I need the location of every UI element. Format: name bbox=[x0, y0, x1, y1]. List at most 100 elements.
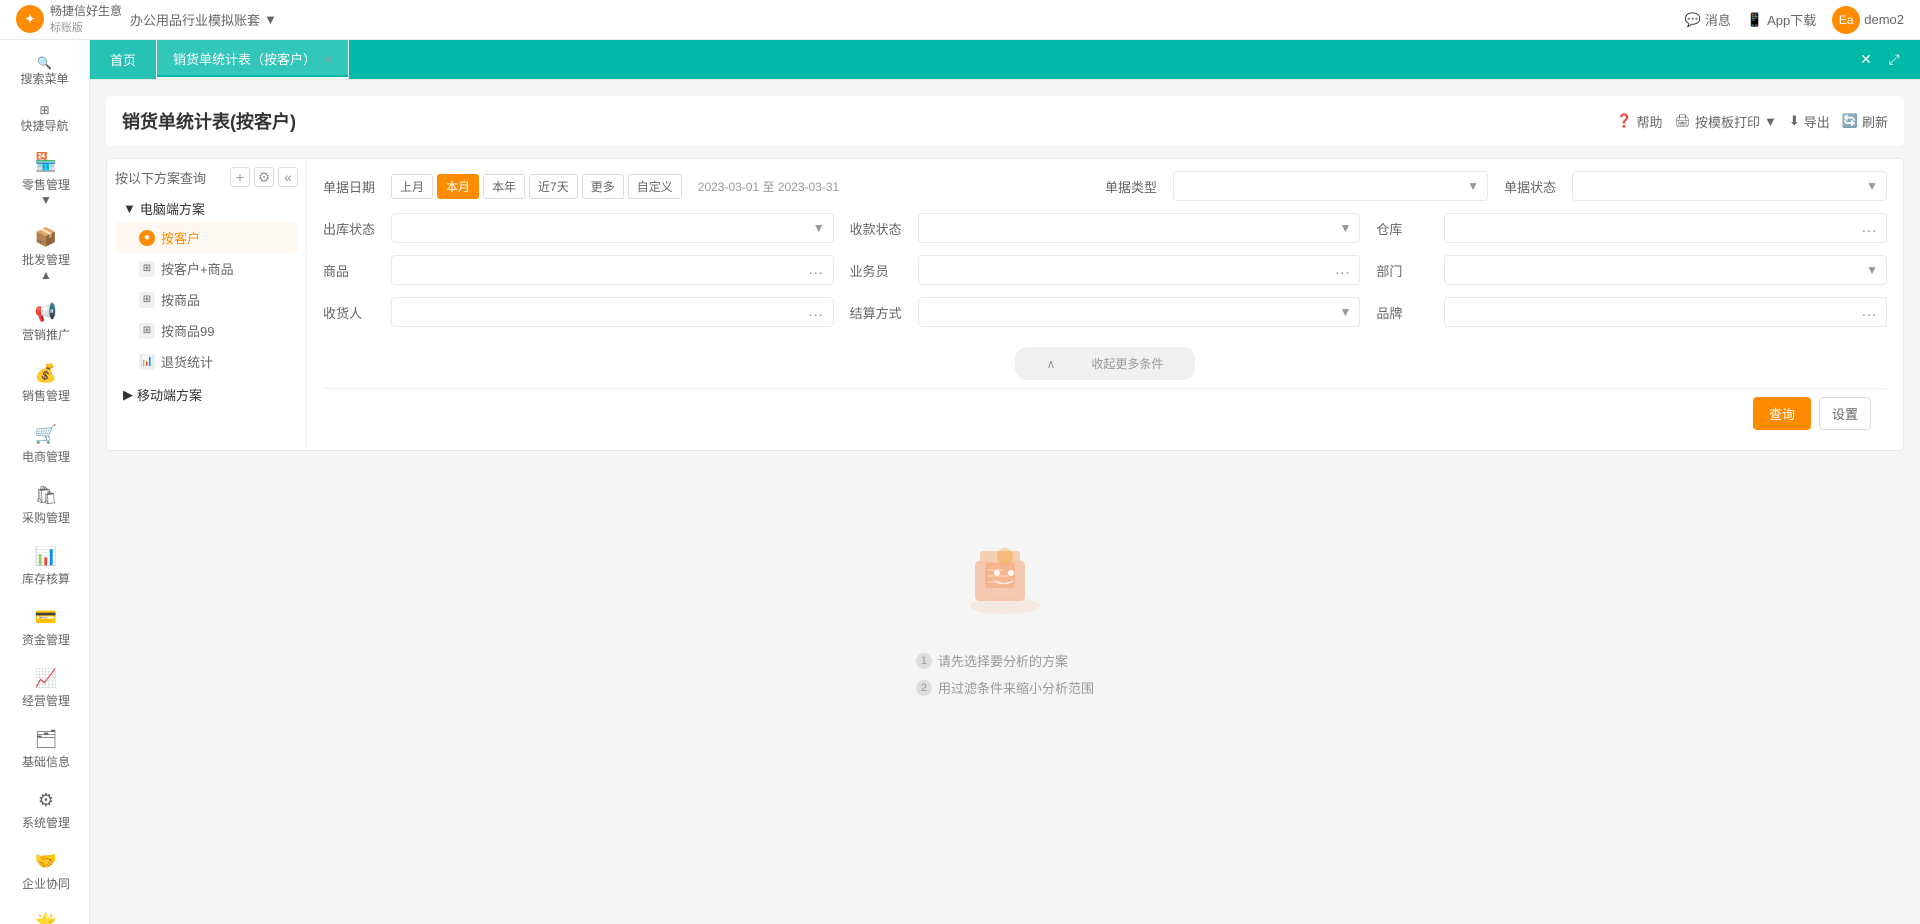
sidebar-item-search[interactable]: 🔍 搜索菜单 bbox=[0, 48, 89, 95]
sidebar-item-operations[interactable]: 📈 经营管理 bbox=[0, 658, 89, 719]
sidebar-item-purchase[interactable]: 🛍 采购管理 bbox=[0, 475, 89, 536]
collapse-bar[interactable]: ∧ 收起更多条件 bbox=[323, 339, 1887, 388]
filter-receiver: 收货人 … bbox=[323, 297, 834, 327]
scheme-item-customer[interactable]: ● 按客户 bbox=[115, 222, 298, 253]
sidebar-item-inventory[interactable]: 📊 库存核算 bbox=[0, 536, 89, 597]
avatar: Ea bbox=[1832, 6, 1860, 34]
settings-button[interactable]: 设置 bbox=[1819, 397, 1871, 430]
scheme-item-goods99[interactable]: ⊞ 按商品99 bbox=[115, 315, 298, 346]
filter-row-2: 出库状态 ▼ 收款状态 ▼ bbox=[323, 213, 1887, 243]
date-btn-custom[interactable]: 自定义 bbox=[628, 174, 682, 199]
brand-input[interactable]: … bbox=[1444, 297, 1887, 327]
print-chevron-icon: ▼ bbox=[1764, 114, 1777, 129]
inventory-icon: 📊 bbox=[35, 546, 57, 567]
collapse-scheme-button[interactable]: « bbox=[278, 167, 298, 187]
order-status-input[interactable]: ▼ bbox=[1572, 171, 1887, 201]
receiver-dots-icon: … bbox=[808, 303, 825, 321]
warehouse-input[interactable]: … bbox=[1444, 213, 1887, 243]
print-button[interactable]: 🖨 按模板打印 ▼ bbox=[1674, 112, 1776, 131]
filter-date: 单据日期 上月 本月 本年 近7天 更多 自定义 2023-03-01 至 20… bbox=[323, 174, 1089, 199]
sidebar-item-basic[interactable]: 🗂 基础信息 bbox=[0, 719, 89, 780]
collapse-up-icon: ∧ bbox=[1031, 353, 1072, 375]
settlement-label: 结算方式 bbox=[850, 303, 910, 322]
department-chevron-icon: ▼ bbox=[1866, 263, 1878, 277]
out-status-label: 出库状态 bbox=[323, 219, 383, 238]
help-button[interactable]: ❓ 帮助 bbox=[1616, 112, 1662, 131]
filter-settlement: 结算方式 ▼ bbox=[850, 297, 1361, 327]
department-input[interactable]: ▼ bbox=[1444, 255, 1887, 285]
industry-selector[interactable]: 办公用品行业模拟账套 ▼ bbox=[130, 10, 277, 29]
user-menu[interactable]: Ea demo2 bbox=[1832, 6, 1904, 34]
sales-icon: 💰 bbox=[35, 363, 57, 384]
app-download-button[interactable]: 📱 App下载 bbox=[1747, 10, 1816, 29]
sidebar-item-marketing[interactable]: 📢 营销推广 bbox=[0, 292, 89, 353]
goods99-icon: ⊞ bbox=[139, 323, 155, 339]
date-btn-this-year[interactable]: 本年 bbox=[483, 174, 525, 199]
chevron-down-icon: ▼ bbox=[264, 12, 277, 27]
collection-status-input[interactable]: ▼ bbox=[918, 213, 1361, 243]
date-btn-this-month[interactable]: 本月 bbox=[437, 174, 479, 199]
mobile-group-title[interactable]: ▶ 移动端方案 bbox=[115, 381, 298, 408]
goods-icon: ⊞ bbox=[139, 292, 155, 308]
date-range-text: 2023-03-01 至 2023-03-31 bbox=[698, 178, 839, 195]
tab-home[interactable]: 首页 bbox=[90, 40, 157, 79]
filter-department: 部门 ▼ bbox=[1376, 255, 1887, 285]
salesperson-label: 业务员 bbox=[850, 261, 910, 280]
brand-dots-icon: … bbox=[1861, 303, 1878, 321]
sidebar-item-quicknav[interactable]: ⊞ 快捷导航 bbox=[0, 95, 89, 142]
customer-scheme-icon: ● bbox=[139, 230, 155, 246]
tab-close-button[interactable]: × bbox=[324, 51, 332, 67]
goods-input[interactable]: … bbox=[391, 255, 834, 285]
empty-tip-1: 1 请先选择要分析的方案 bbox=[916, 651, 1094, 670]
sidebar-item-finance[interactable]: 💳 资金管理 bbox=[0, 597, 89, 658]
sidebar-item-coop[interactable]: 🤝 企业协同 bbox=[0, 841, 89, 902]
scheme-item-customer-goods[interactable]: ⊞ 按客户+商品 bbox=[115, 253, 298, 284]
logo-text: 畅捷信好生意 bbox=[50, 4, 122, 18]
page-title: 销货单统计表(按客户) bbox=[122, 108, 296, 134]
date-btn-more[interactable]: 更多 bbox=[582, 174, 624, 199]
order-type-input[interactable]: ▼ bbox=[1173, 171, 1488, 201]
scheme-item-goods[interactable]: ⊞ 按商品 bbox=[115, 284, 298, 315]
export-button[interactable]: ⬇ 导出 bbox=[1789, 112, 1830, 131]
newbie-icon: 🌟 bbox=[35, 912, 57, 924]
tab-active[interactable]: 销货单统计表（按客户） × bbox=[157, 40, 349, 79]
settlement-input[interactable]: ▼ bbox=[918, 297, 1361, 327]
finance-icon: 💳 bbox=[35, 607, 57, 628]
message-button[interactable]: 💬 消息 bbox=[1685, 10, 1731, 29]
main-layout: 🔍 搜索菜单 ⊞ 快捷导航 🏪 零售管理 ▼ 📦 批发管理 ▲ 📢 营销推广 💰… bbox=[0, 40, 1920, 924]
topbar-right: 💬 消息 📱 App下载 Ea demo2 bbox=[1685, 6, 1904, 34]
chevron-up-icon: ▲ bbox=[40, 268, 52, 282]
order-status-chevron-icon: ▼ bbox=[1866, 179, 1878, 193]
page-header: 销货单统计表(按客户) ❓ 帮助 🖨 按模板打印 ▼ ⬇ 导出 bbox=[106, 96, 1904, 146]
add-scheme-button[interactable]: + bbox=[230, 167, 250, 187]
brand-label: 品牌 bbox=[1376, 303, 1436, 322]
settings-scheme-button[interactable]: ⚙ bbox=[254, 167, 274, 187]
sidebar-item-wholesale[interactable]: 📦 批发管理 ▲ bbox=[0, 217, 89, 292]
sidebar-item-ecommerce[interactable]: 🛒 电商管理 bbox=[0, 414, 89, 475]
sidebar-item-newbie[interactable]: 🌟 新手引导 bbox=[0, 902, 89, 924]
tip-num-1: 1 bbox=[916, 653, 932, 669]
marketing-icon: 📢 bbox=[35, 302, 57, 323]
receiver-input[interactable]: … bbox=[391, 297, 834, 327]
date-btn-7days[interactable]: 近7天 bbox=[529, 174, 578, 199]
topbar: ✦ 畅捷信好生意 标账版 办公用品行业模拟账套 ▼ 💬 消息 📱 App下载 E… bbox=[0, 0, 1920, 40]
refresh-button[interactable]: 🔄 刷新 bbox=[1842, 112, 1888, 131]
maximize-window-button[interactable]: ⤢ bbox=[1884, 50, 1904, 70]
date-label: 单据日期 bbox=[323, 177, 383, 196]
sidebar-item-sales[interactable]: 💰 销售管理 bbox=[0, 353, 89, 414]
date-btn-last-month[interactable]: 上月 bbox=[391, 174, 433, 199]
sidebar-item-system[interactable]: ⚙ 系统管理 bbox=[0, 780, 89, 841]
close-window-button[interactable]: ✕ bbox=[1856, 50, 1876, 70]
sidebar-item-retail[interactable]: 🏪 零售管理 ▼ bbox=[0, 142, 89, 217]
out-status-input[interactable]: ▼ bbox=[391, 213, 834, 243]
return-icon: 📊 bbox=[139, 354, 155, 370]
sidebar: 🔍 搜索菜单 ⊞ 快捷导航 🏪 零售管理 ▼ 📦 批发管理 ▲ 📢 营销推广 💰… bbox=[0, 40, 90, 924]
scheme-item-return[interactable]: 📊 退货统计 bbox=[115, 346, 298, 377]
pc-group-title[interactable]: ▼ 电脑端方案 bbox=[115, 195, 298, 222]
message-icon: 💬 bbox=[1685, 12, 1701, 28]
empty-illustration bbox=[945, 511, 1065, 631]
filter-brand: 品牌 … bbox=[1376, 297, 1887, 327]
salesperson-input[interactable]: … bbox=[918, 255, 1361, 285]
filter-collection-status: 收款状态 ▼ bbox=[850, 213, 1361, 243]
query-button[interactable]: 查询 bbox=[1753, 397, 1811, 430]
